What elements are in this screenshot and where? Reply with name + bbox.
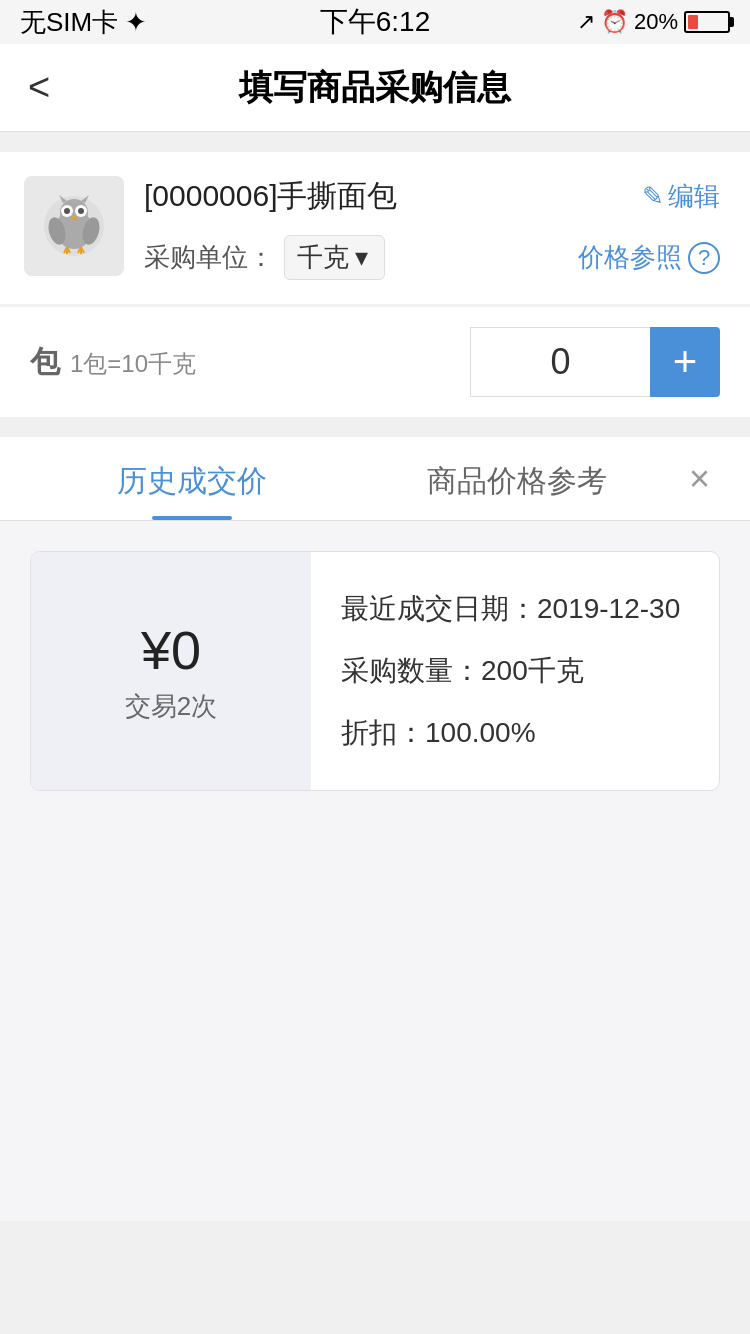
- unit-dropdown[interactable]: 千克 ▾: [284, 235, 385, 280]
- nav-bar: < 填写商品采购信息: [0, 44, 750, 132]
- svg-point-7: [64, 208, 70, 214]
- package-char: 包: [30, 342, 60, 383]
- quantity-section: 包 1包=10千克 0 +: [0, 306, 750, 417]
- transaction-card: ¥0 交易2次 最近成交日期：2019-12-30 采购数量：200千克 折扣：…: [30, 551, 720, 791]
- status-bar: 无SIM卡 ✦ 下午6:12 ↗ ⏰ 20%: [0, 0, 750, 44]
- help-icon: ?: [688, 242, 720, 274]
- quantity-input[interactable]: 0: [470, 327, 650, 397]
- tab-product-price-ref[interactable]: 商品价格参考: [354, 437, 678, 520]
- dropdown-arrow-icon: ▾: [355, 242, 368, 273]
- discount-value: 100.00%: [425, 717, 536, 748]
- quantity-unit-label: 包 1包=10千克: [30, 342, 196, 383]
- location-icon: ↗: [577, 9, 595, 35]
- time-text: 下午6:12: [320, 3, 431, 41]
- edit-button[interactable]: ✎ 编辑: [642, 179, 720, 214]
- battery-percent: 20%: [634, 9, 678, 35]
- page-title: 填写商品采购信息: [239, 65, 511, 111]
- content-area: ¥0 交易2次 最近成交日期：2019-12-30 采购数量：200千克 折扣：…: [0, 521, 750, 1221]
- tab-history-label: 历史成交价: [117, 464, 267, 497]
- unit-value: 千克: [297, 240, 349, 275]
- product-id: [0000006]: [144, 179, 277, 212]
- product-title: 手撕面包: [277, 179, 397, 212]
- discount-label: 折扣：: [341, 717, 425, 748]
- edit-icon: ✎: [642, 181, 664, 212]
- package-desc: 1包=10千克: [70, 348, 196, 380]
- transaction-qty-row: 采购数量：200千克: [341, 650, 689, 692]
- quantity-control: 0 +: [470, 327, 720, 397]
- product-card: [0000006]手撕面包 ✎ 编辑 采购单位： 千克 ▾ 价格参照 ?: [0, 152, 750, 304]
- latest-date-label: 最近成交日期：: [341, 593, 537, 624]
- edit-label: 编辑: [668, 179, 720, 214]
- unit-label: 采购单位：: [144, 240, 274, 275]
- transaction-price: ¥0: [141, 619, 201, 681]
- product-name: [0000006]手撕面包: [144, 176, 397, 217]
- product-info: [0000006]手撕面包 ✎ 编辑 采购单位： 千克 ▾ 价格参照 ?: [144, 176, 720, 280]
- close-tabs-button[interactable]: ×: [679, 438, 720, 520]
- tabs-container: 历史成交价 商品价格参考 ×: [0, 437, 750, 521]
- transaction-discount-row: 折扣：100.00%: [341, 712, 689, 754]
- purchase-qty-label: 采购数量：: [341, 655, 481, 686]
- transaction-left: ¥0 交易2次: [31, 552, 311, 790]
- price-reference-button[interactable]: 价格参照 ?: [578, 240, 720, 275]
- product-logo: [39, 191, 109, 261]
- transaction-date-row: 最近成交日期：2019-12-30: [341, 588, 689, 630]
- svg-point-8: [78, 208, 84, 214]
- price-reference-label: 价格参照: [578, 240, 682, 275]
- tab-product-price-ref-label: 商品价格参考: [427, 464, 607, 497]
- back-button[interactable]: <: [28, 66, 50, 109]
- transaction-count: 交易2次: [125, 689, 217, 724]
- latest-date-value: 2019-12-30: [537, 593, 680, 624]
- transaction-right: 最近成交日期：2019-12-30 采购数量：200千克 折扣：100.00%: [311, 552, 719, 790]
- carrier-text: 无SIM卡 ✦: [20, 5, 147, 40]
- tab-history-price[interactable]: 历史成交价: [30, 437, 354, 520]
- purchase-qty-value: 200千克: [481, 655, 584, 686]
- status-right: ↗ ⏰ 20%: [577, 9, 730, 35]
- product-image: [24, 176, 124, 276]
- alarm-icon: ⏰: [601, 9, 628, 35]
- plus-button[interactable]: +: [650, 327, 720, 397]
- battery-icon: [684, 11, 730, 33]
